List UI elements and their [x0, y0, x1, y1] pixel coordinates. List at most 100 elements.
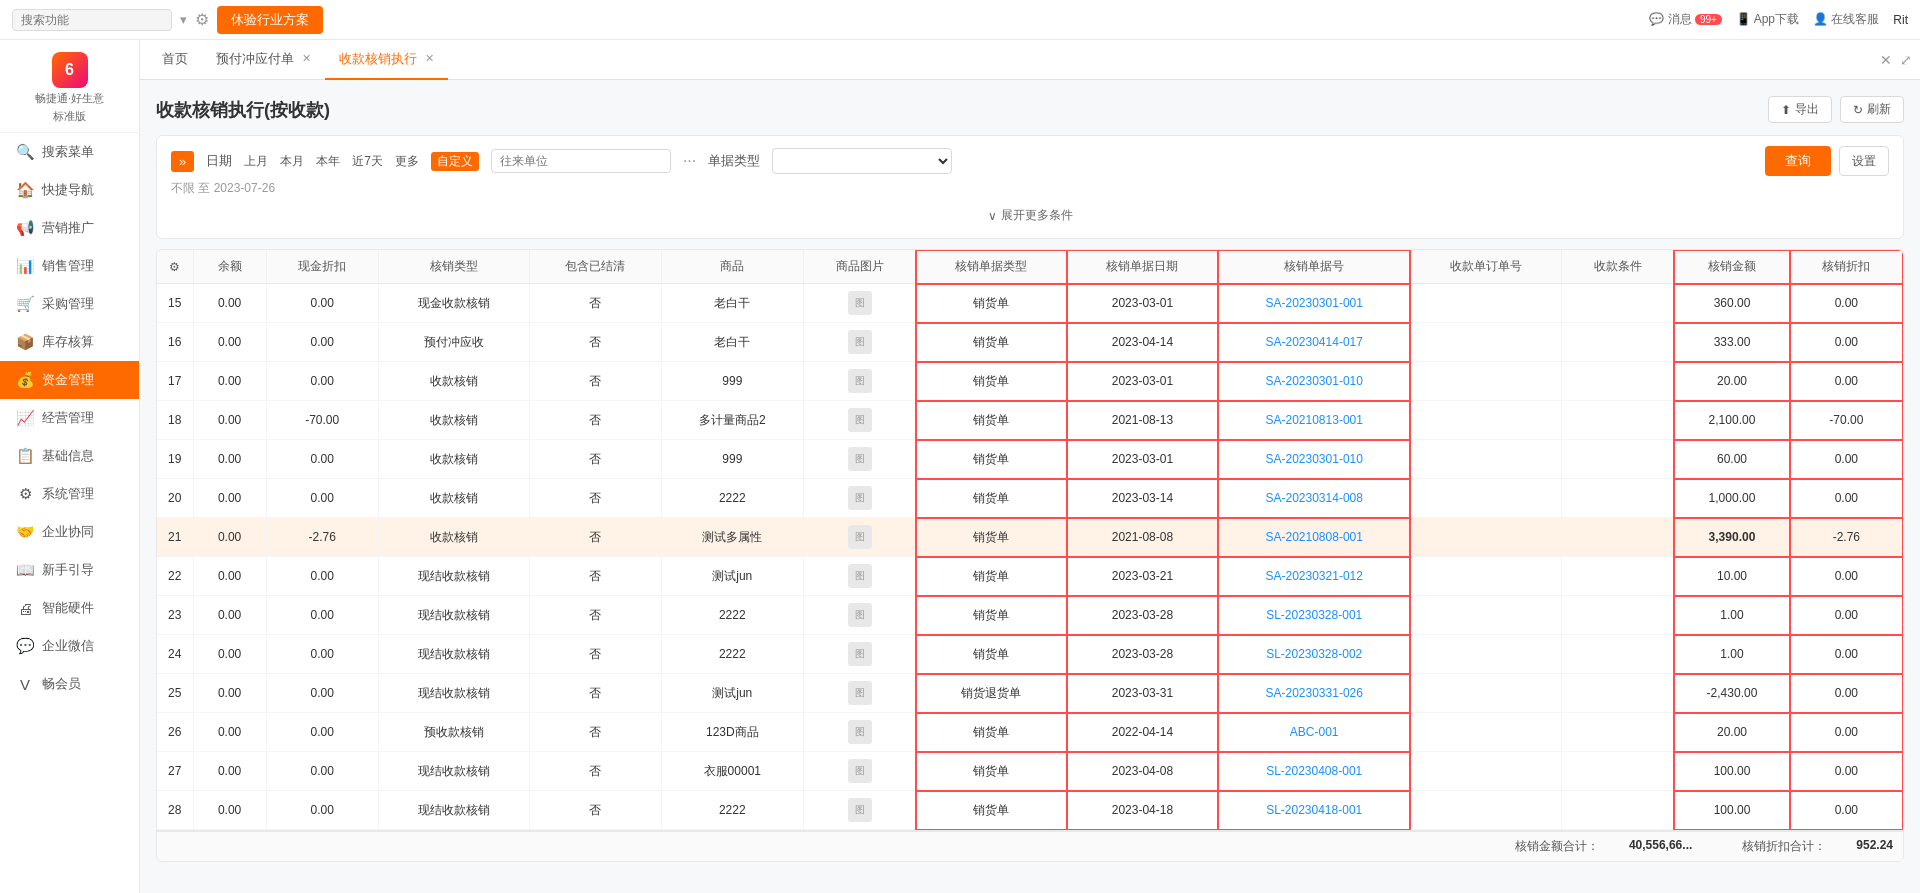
bill-no-link[interactable]: SL-20230408-001 [1266, 764, 1362, 778]
tab-writeoff-close[interactable]: ✕ [425, 52, 434, 65]
cell-bill-no: SA-20230314-008 [1218, 479, 1410, 518]
cell-writeoff-type: 现金收款核销 [378, 284, 529, 323]
table-row: 25 0.00 0.00 现结收款核销 否 测试jun 图 销货退货单 2023… [157, 674, 1903, 713]
bill-no-link[interactable]: SA-20210813-001 [1265, 413, 1362, 427]
dropdown-icon[interactable]: ▾ [180, 12, 187, 27]
cell-include-cleared: 否 [529, 557, 661, 596]
sidebar-item-member[interactable]: V 畅会员 [0, 665, 139, 703]
bill-no-link[interactable]: SA-20230331-026 [1265, 686, 1362, 700]
bill-no-link[interactable]: SA-20230321-012 [1265, 569, 1362, 583]
cell-cash-discount: 0.00 [266, 362, 378, 401]
filter-expand-btn[interactable]: » [171, 151, 194, 172]
date-this-year[interactable]: 本年 [316, 153, 340, 170]
solution-button[interactable]: 休验行业方案 [217, 6, 323, 34]
home-icon: 🏠 [16, 181, 34, 199]
bill-no-link[interactable]: SA-20230301-001 [1265, 296, 1362, 310]
cell-writeoff-amount: 2,100.00 [1674, 401, 1791, 440]
sidebar-item-nav[interactable]: 🏠 快捷导航 [0, 171, 139, 209]
sidebar-item-marketing[interactable]: 📢 营销推广 [0, 209, 139, 247]
cell-receipt-cond [1562, 635, 1674, 674]
sidebar-item-inventory[interactable]: 📦 库存核算 [0, 323, 139, 361]
bill-no-link[interactable]: ABC-001 [1290, 725, 1339, 739]
cell-writeoff-discount: 0.00 [1790, 440, 1902, 479]
export-button[interactable]: ⬆ 导出 [1768, 96, 1832, 123]
sidebar-item-sales[interactable]: 📊 销售管理 [0, 247, 139, 285]
cell-balance: 0.00 [193, 674, 266, 713]
sidebar-item-operation[interactable]: 📈 经营管理 [0, 399, 139, 437]
bill-no-link[interactable]: SA-20230301-010 [1265, 374, 1362, 388]
sidebar-item-label: 营销推广 [42, 219, 94, 237]
date-7days[interactable]: 近7天 [352, 153, 383, 170]
sidebar-item-purchase[interactable]: 🛒 采购管理 [0, 285, 139, 323]
bill-no-link[interactable]: SA-20230314-008 [1265, 491, 1362, 505]
cell-bill-date: 2021-08-08 [1067, 518, 1218, 557]
system-icon: ⚙ [16, 485, 34, 503]
logo-sub: 标准版 [53, 109, 86, 124]
sidebar-item-label: 智能硬件 [42, 599, 94, 617]
tab-prepay-close[interactable]: ✕ [302, 52, 311, 65]
cell-bill-no: SL-20230328-001 [1218, 596, 1410, 635]
cell-receipt-cond [1562, 557, 1674, 596]
online-service-link[interactable]: 👤 在线客服 [1813, 11, 1879, 28]
th-writeoff-type: 核销类型 [378, 250, 529, 284]
tab-home[interactable]: 首页 [148, 40, 202, 80]
refresh-button[interactable]: ↻ 刷新 [1840, 96, 1904, 123]
cell-receipt-order [1410, 674, 1561, 713]
date-more[interactable]: 更多 [395, 153, 419, 170]
sidebar-item-basic[interactable]: 📋 基础信息 [0, 437, 139, 475]
bill-no-link[interactable]: SA-20230414-017 [1265, 335, 1362, 349]
sidebar-item-system[interactable]: ⚙ 系统管理 [0, 475, 139, 513]
cell-writeoff-amount: -2,430.00 [1674, 674, 1791, 713]
th-settings[interactable]: ⚙ [157, 250, 193, 284]
gear-icon[interactable]: ⚙ [195, 10, 209, 29]
cell-writeoff-discount: 0.00 [1790, 596, 1902, 635]
member-icon: V [16, 676, 34, 693]
bill-no-link[interactable]: SL-20230328-002 [1266, 647, 1362, 661]
filter-bar: » 日期 上月 本月 本年 近7天 更多 自定义 ··· 单据类型 查询 [156, 135, 1904, 239]
sidebar-item-wechat[interactable]: 💬 企业微信 [0, 627, 139, 665]
tab-writeoff[interactable]: 收款核销执行 ✕ [325, 40, 448, 80]
message-icon[interactable]: 💬 消息 99+ [1649, 11, 1722, 28]
top-bar-left: ▾ ⚙ 休验行业方案 [12, 6, 1639, 34]
cell-goods: 测试多属性 [661, 518, 804, 557]
app-download-link[interactable]: 📱 App下载 [1736, 11, 1799, 28]
cell-no: 15 [157, 284, 193, 323]
cell-writeoff-type: 收款核销 [378, 479, 529, 518]
sidebar-item-guide[interactable]: 📖 新手引导 [0, 551, 139, 589]
table-row: 24 0.00 0.00 现结收款核销 否 2222 图 销货单 2023-03… [157, 635, 1903, 674]
sidebar-item-collab[interactable]: 🤝 企业协同 [0, 513, 139, 551]
cell-no: 25 [157, 674, 193, 713]
date-this-month[interactable]: 本月 [280, 153, 304, 170]
bill-type-select[interactable] [772, 148, 952, 174]
sidebar-item-hardware[interactable]: 🖨 智能硬件 [0, 589, 139, 627]
top-search-input[interactable] [12, 9, 172, 31]
sidebar-item-search[interactable]: 🔍 搜索菜单 [0, 133, 139, 171]
tab-close-window-icon[interactable]: ✕ [1880, 52, 1892, 68]
bill-no-link[interactable]: SL-20230328-001 [1266, 608, 1362, 622]
cell-receipt-order [1410, 440, 1561, 479]
user-name: Rit [1893, 13, 1908, 27]
bill-no-link[interactable]: SA-20210808-001 [1265, 530, 1362, 544]
cell-include-cleared: 否 [529, 791, 661, 830]
th-bill-no: 核销单据号 [1218, 250, 1410, 284]
page-actions: ⬆ 导出 ↻ 刷新 [1768, 96, 1904, 123]
footer-discount-value: 952.24 [1856, 838, 1893, 855]
cell-writeoff-amount: 3,390.00 [1674, 518, 1791, 557]
query-button[interactable]: 查询 [1765, 146, 1831, 176]
partner-input[interactable] [491, 149, 671, 173]
partner-more-icon[interactable]: ··· [683, 152, 696, 170]
date-last-month[interactable]: 上月 [244, 153, 268, 170]
column-settings-icon[interactable]: ⚙ [169, 260, 180, 274]
cell-receipt-order [1410, 557, 1561, 596]
bill-no-link[interactable]: SL-20230418-001 [1266, 803, 1362, 817]
date-custom-btn[interactable]: 自定义 [431, 152, 479, 171]
bill-no-link[interactable]: SA-20230301-010 [1265, 452, 1362, 466]
setting-button[interactable]: 设置 [1839, 146, 1889, 176]
data-table-wrap: ⚙ 余额 现金折扣 核销类型 包含已结清 商品 商品图片 核销单据类型 核销单据… [156, 249, 1904, 862]
sidebar-item-finance[interactable]: 💰 资金管理 [0, 361, 139, 399]
tab-prepay[interactable]: 预付冲应付单 ✕ [202, 40, 325, 80]
cell-writeoff-discount: 0.00 [1790, 713, 1902, 752]
expand-more-bar[interactable]: ∨ 展开更多条件 [171, 203, 1889, 228]
tab-maximize-icon[interactable]: ⤢ [1900, 52, 1912, 68]
cell-goods-image: 图 [804, 401, 916, 440]
